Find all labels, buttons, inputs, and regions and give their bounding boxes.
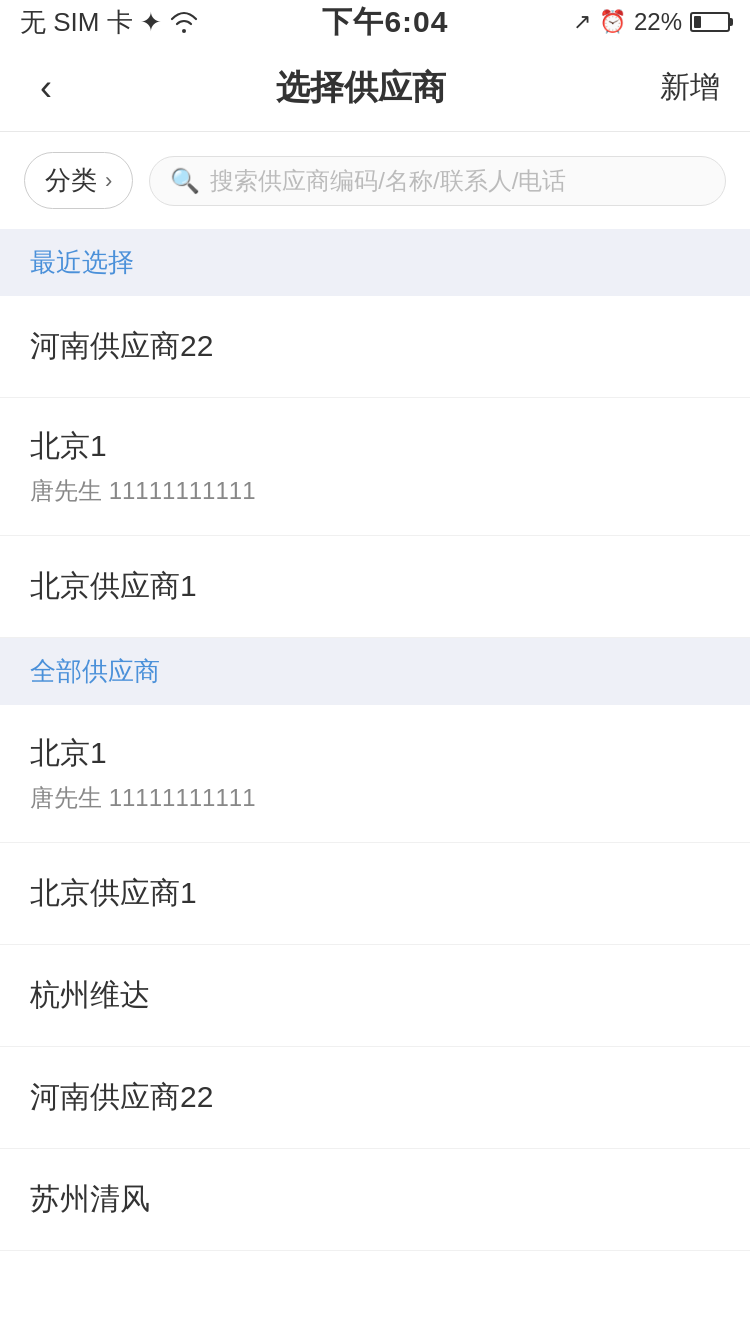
status-bar: 无 SIM 卡 ✦ 下午6:04 ↗ ⏰ 22% bbox=[0, 0, 750, 44]
item-sub: 唐先生 11111111111 bbox=[30, 475, 720, 507]
list-item[interactable]: 北京1 唐先生 11111111111 bbox=[0, 705, 750, 843]
item-name: 杭州维达 bbox=[30, 975, 720, 1016]
item-name: 北京供应商1 bbox=[30, 566, 720, 607]
status-time: 下午6:04 bbox=[322, 2, 448, 43]
recent-section-header: 最近选择 bbox=[0, 229, 750, 296]
all-items-list: 北京1 唐先生 11111111111 北京供应商1 杭州维达河南供应商22 苏州清风 bbox=[0, 705, 750, 1251]
battery-percent: 22% bbox=[634, 8, 682, 36]
list-item[interactable]: 北京供应商1 bbox=[0, 536, 750, 638]
no-sim-text: 无 SIM 卡 ✦ bbox=[20, 5, 162, 40]
list-item[interactable]: 北京供应商1 bbox=[0, 843, 750, 945]
item-name: 北京1 bbox=[30, 733, 720, 774]
item-name: 河南供应商22 bbox=[30, 326, 720, 367]
all-section-label: 全部供应商 bbox=[30, 656, 160, 686]
recent-section-label: 最近选择 bbox=[30, 247, 134, 277]
category-label: 分类 bbox=[45, 163, 97, 198]
item-name: 河南供应商22 bbox=[30, 1077, 720, 1118]
new-add-button[interactable]: 新增 bbox=[660, 67, 720, 108]
list-item[interactable]: 苏州清风 bbox=[0, 1149, 750, 1251]
item-name: 苏州清风 bbox=[30, 1179, 720, 1220]
item-sub: 唐先生 11111111111 bbox=[30, 782, 720, 814]
item-name: 北京供应商1 bbox=[30, 873, 720, 914]
nav-bar: ‹ 选择供应商 新增 bbox=[0, 44, 750, 132]
battery-icon bbox=[690, 12, 730, 32]
chevron-right-icon: › bbox=[105, 168, 112, 194]
list-item[interactable]: 河南供应商22 bbox=[0, 1047, 750, 1149]
list-item[interactable]: 杭州维达 bbox=[0, 945, 750, 1047]
location-icon: ↗ bbox=[573, 9, 591, 35]
wifi-icon bbox=[170, 11, 198, 33]
list-item[interactable]: 河南供应商22 bbox=[0, 296, 750, 398]
search-input[interactable] bbox=[210, 167, 705, 195]
recent-items-list: 河南供应商22 北京1 唐先生 11111111111 北京供应商1 bbox=[0, 296, 750, 638]
search-icon: 🔍 bbox=[170, 167, 200, 195]
search-input-wrap: 🔍 bbox=[149, 156, 726, 206]
battery-fill bbox=[694, 16, 701, 28]
back-button[interactable]: ‹ bbox=[30, 57, 62, 119]
alarm-icon: ⏰ bbox=[599, 9, 626, 35]
status-left: 无 SIM 卡 ✦ bbox=[20, 5, 198, 40]
all-section-header: 全部供应商 bbox=[0, 638, 750, 705]
filter-bar: 分类 › 🔍 bbox=[0, 132, 750, 229]
category-filter-button[interactable]: 分类 › bbox=[24, 152, 133, 209]
list-item[interactable]: 北京1 唐先生 11111111111 bbox=[0, 398, 750, 536]
page-title: 选择供应商 bbox=[276, 65, 446, 111]
status-right: ↗ ⏰ 22% bbox=[573, 8, 730, 36]
item-name: 北京1 bbox=[30, 426, 720, 467]
